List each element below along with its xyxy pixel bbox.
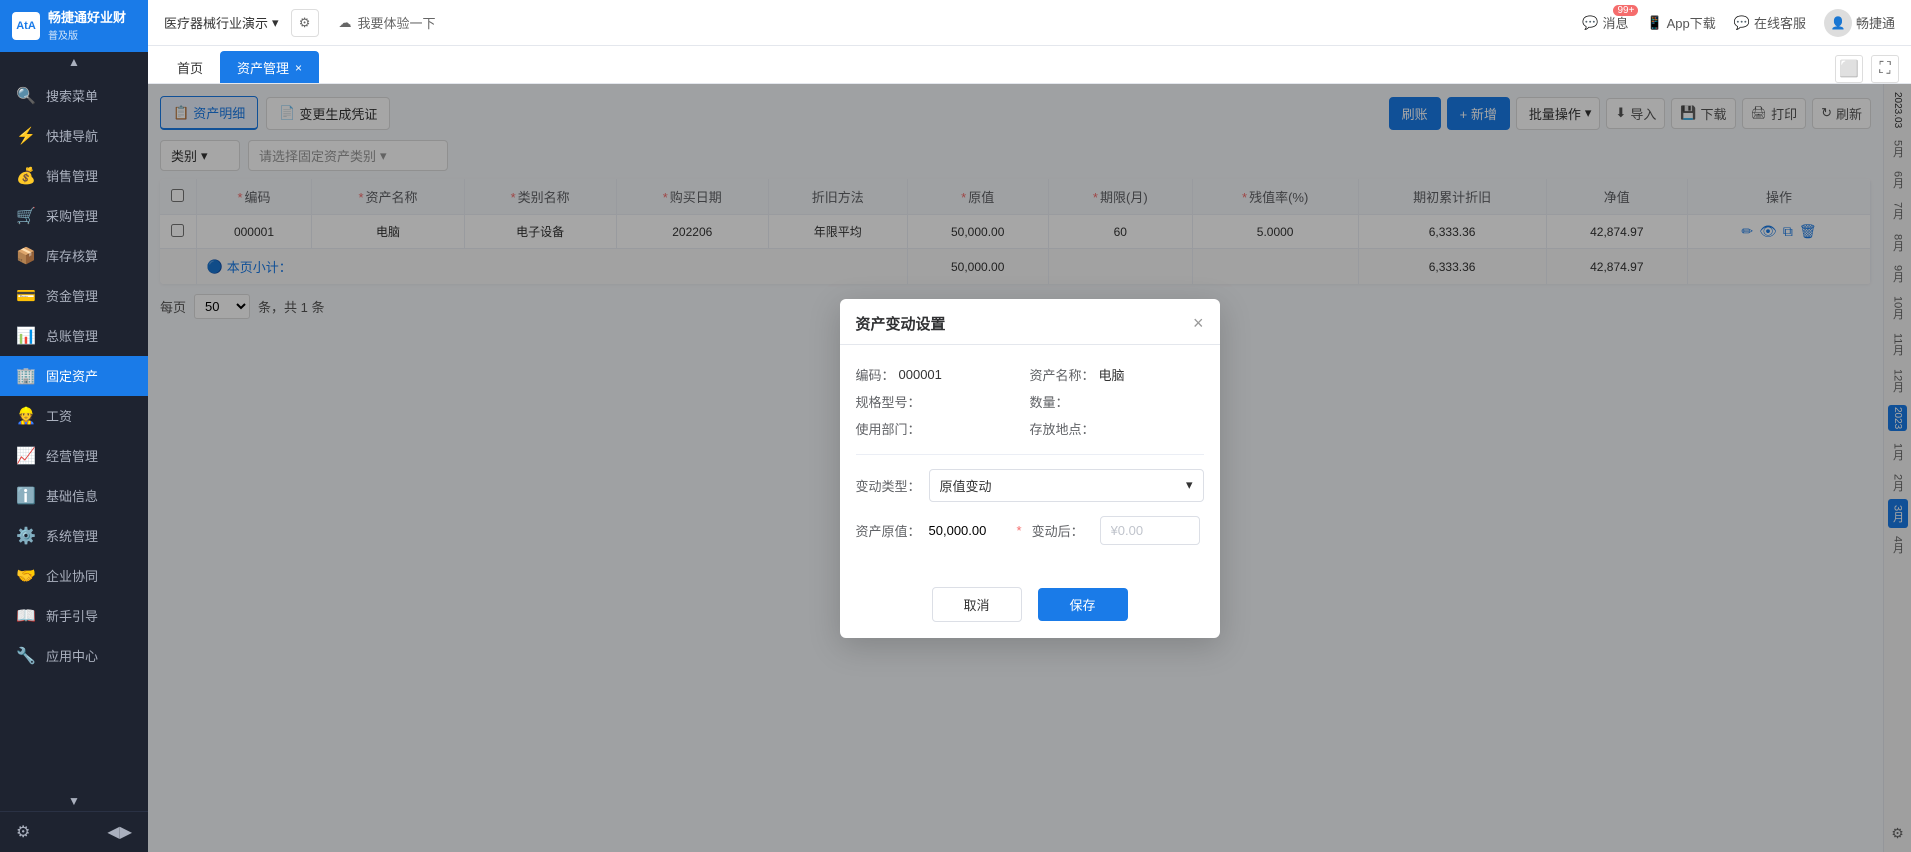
message-btn[interactable]: 💬 消息 99+ [1582,13,1628,32]
user-avatar: 👤 [1824,9,1852,37]
user-info[interactable]: 👤 畅捷通 [1824,9,1895,37]
modal-code-field: 编码： 000001 [856,361,1030,388]
tab-restore-btn[interactable]: ⬜ [1835,55,1863,83]
sidebar-item-guide[interactable]: 📖 新手引导 [0,596,148,636]
basic-info-icon: ℹ️ [16,486,36,506]
sidebar-item-label-enterprise: 企业协同 [46,566,98,585]
sidebar: AtA 畅捷通好业财 普及版 ▲ 🔍 搜索菜单⚡ 快捷导航💰 销售管理🛒 采购管… [0,0,148,852]
tab-close-icon[interactable]: × [295,61,302,75]
modal-title: 资产变动设置 [856,313,946,334]
sidebar-item-label-basic-info: 基础信息 [46,486,98,505]
sidebar-item-ledger[interactable]: 📊 总账管理 [0,316,148,356]
app-name: 畅捷通好业财 [48,10,126,27]
company-dropdown-icon[interactable]: ▾ [272,15,279,31]
sidebar-item-label-salary: 工资 [46,406,72,425]
experience-btn[interactable]: ☁ 我要体验一下 [339,13,436,32]
finance-icon: 💳 [16,286,36,306]
change-type-arrow-icon: ▾ [1186,477,1193,493]
sidebar-item-label-operations: 经营管理 [46,446,98,465]
quick-nav-icon: ⚡ [16,126,36,146]
sidebar-item-label-sales: 销售管理 [46,166,98,185]
sidebar-item-search[interactable]: 🔍 搜索菜单 [0,76,148,116]
modal-asset-change: 资产变动设置 × 编码： 000001 资产名称： 电脑 [840,299,1220,638]
app-edition: 普及版 [48,27,126,42]
salary-icon: 👷 [16,406,36,426]
tab-home[interactable]: 首页 [160,51,220,83]
sidebar-footer: ⚙ ◀▶ [0,811,148,852]
sidebar-item-label-fixed-assets: 固定资产 [46,366,98,385]
sales-icon: 💰 [16,166,36,186]
sidebar-item-fixed-assets[interactable]: 🏢 固定资产 [0,356,148,396]
modal-after-change-input[interactable] [1100,516,1200,545]
sidebar-item-label-apps: 应用中心 [46,646,98,665]
sidebar-item-label-search: 搜索菜单 [46,86,98,105]
modal-header: 资产变动设置 × [840,299,1220,345]
apps-icon: 🔧 [16,646,36,666]
modal-cancel-btn[interactable]: 取消 [932,587,1022,622]
search-icon: 🔍 [16,86,36,106]
fixed-assets-icon: 🏢 [16,366,36,386]
sidebar-item-label-guide: 新手引导 [46,606,98,625]
sidebar-scroll-up[interactable]: ▲ [0,52,148,72]
purchase-icon: 🛒 [16,206,36,226]
modal-save-btn[interactable]: 保存 [1038,588,1128,621]
online-service-btn[interactable]: 💬 在线客服 [1734,13,1806,32]
guide-icon: 📖 [16,606,36,626]
collapse-icon[interactable]: ◀▶ [107,822,132,842]
topbar: 医疗器械行业演示 ▾ ⚙ ☁ 我要体验一下 💬 消息 99+ 📱 App下载 💬… [148,0,1911,46]
topbar-settings-btn[interactable]: ⚙ [291,9,319,37]
sidebar-item-inventory[interactable]: 📦 库存核算 [0,236,148,276]
sidebar-item-label-quick-nav: 快捷导航 [46,126,98,145]
modal-dept-field: 使用部门： [856,415,1030,442]
sidebar-item-quick-nav[interactable]: ⚡ 快捷导航 [0,116,148,156]
modal-change-type-select[interactable]: 原值变动 ▾ [929,469,1204,502]
settings-icon[interactable]: ⚙ [16,822,30,842]
sidebar-header: AtA 畅捷通好业财 普及版 [0,0,148,52]
modal-info-grid: 编码： 000001 资产名称： 电脑 规格型号： 数量： [856,361,1204,455]
sidebar-item-label-inventory: 库存核算 [46,246,98,265]
modal-body: 编码： 000001 资产名称： 电脑 规格型号： 数量： [840,345,1220,575]
inventory-icon: 📦 [16,246,36,266]
ledger-icon: 📊 [16,326,36,346]
tab-expand-btn[interactable]: ⛶ [1871,55,1899,83]
app-download-btn[interactable]: 📱 App下载 [1646,13,1715,32]
operations-icon: 📈 [16,446,36,466]
sidebar-item-label-finance: 资金管理 [46,286,98,305]
main-content: 医疗器械行业演示 ▾ ⚙ ☁ 我要体验一下 💬 消息 99+ 📱 App下载 💬… [148,0,1911,852]
sidebar-item-apps[interactable]: 🔧 应用中心 [0,636,148,676]
company-name: 医疗器械行业演示 ▾ [164,13,279,32]
modal-change-type-row: 变动类型： 原值变动 ▾ [856,469,1204,502]
sidebar-nav: 🔍 搜索菜单⚡ 快捷导航💰 销售管理🛒 采购管理📦 库存核算💳 资金管理📊 总账… [0,72,148,791]
app-info: 畅捷通好业财 普及版 [48,10,126,42]
sidebar-item-sales[interactable]: 💰 销售管理 [0,156,148,196]
sidebar-item-finance[interactable]: 💳 资金管理 [0,276,148,316]
sidebar-item-basic-info[interactable]: ℹ️ 基础信息 [0,476,148,516]
modal-quantity-field: 数量： [1030,388,1204,415]
logo-icon: AtA [12,12,40,40]
sidebar-item-operations[interactable]: 📈 经营管理 [0,436,148,476]
tabs-bar: 首页 资产管理 × ⬜ ⛶ [148,46,1911,84]
modal-location-field: 存放地点： [1030,415,1204,442]
page-area: 📋 资产明细 📄 变更生成凭证 刷账 + 新增 批量操作 [148,84,1911,852]
sidebar-item-purchase[interactable]: 🛒 采购管理 [0,196,148,236]
modal-footer: 取消 保存 [840,575,1220,638]
sidebar-item-label-ledger: 总账管理 [46,326,98,345]
enterprise-icon: 🤝 [16,566,36,586]
tabs-right: ⬜ ⛶ [1835,55,1899,83]
modal-close-btn[interactable]: × [1193,313,1204,334]
modal-overlay: 资产变动设置 × 编码： 000001 资产名称： 电脑 [148,84,1911,852]
modal-spec-field: 规格型号： [856,388,1030,415]
sidebar-item-label-purchase: 采购管理 [46,206,98,225]
sidebar-item-salary[interactable]: 👷 工资 [0,396,148,436]
modal-value-row: 资产原值： 50,000.00 * 变动后： [856,516,1204,545]
sidebar-item-label-system: 系统管理 [46,526,98,545]
modal-asset-name-field: 资产名称： 电脑 [1030,361,1204,388]
system-icon: ⚙️ [16,526,36,546]
sidebar-scroll-down[interactable]: ▼ [0,791,148,811]
topbar-right: 💬 消息 99+ 📱 App下载 💬 在线客服 👤 畅捷通 [1582,9,1895,37]
sidebar-item-system[interactable]: ⚙️ 系统管理 [0,516,148,556]
tab-asset-management[interactable]: 资产管理 × [220,51,319,83]
sidebar-item-enterprise[interactable]: 🤝 企业协同 [0,556,148,596]
